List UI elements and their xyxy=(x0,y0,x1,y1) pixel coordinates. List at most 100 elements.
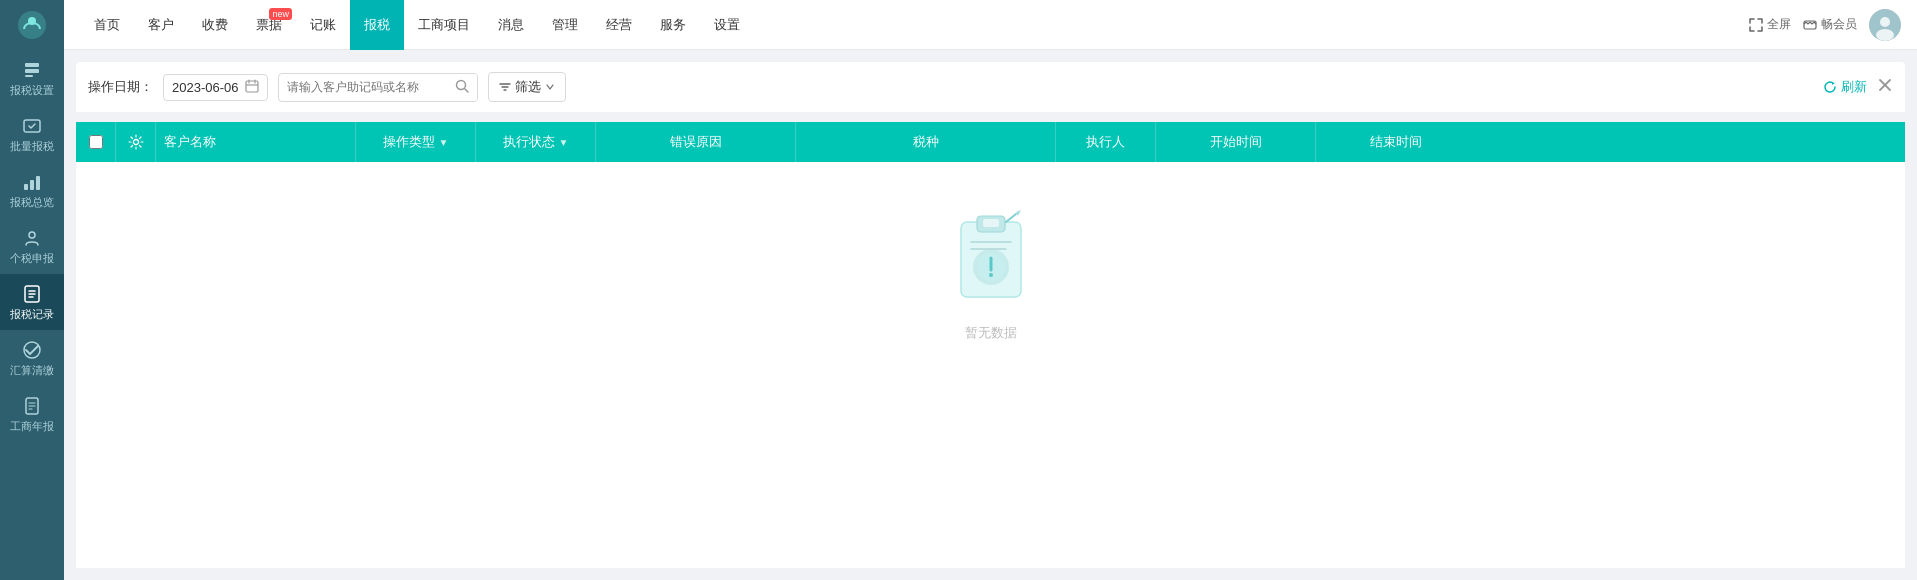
sidebar: 报税设置 批量报税 报税总览 个税申报 xyxy=(0,0,64,580)
svg-point-1 xyxy=(28,17,36,25)
nav-item-accounting[interactable]: 记账 xyxy=(296,0,350,50)
nav-item-home[interactable]: 首页 xyxy=(80,0,134,50)
nav-item-service[interactable]: 服务 xyxy=(646,0,700,50)
sidebar-item-gongshang-nianbao[interactable]: 工商年报 xyxy=(0,386,64,442)
filter-icon xyxy=(499,81,511,93)
svg-line-28 xyxy=(464,88,468,92)
nav-item-message[interactable]: 消息 xyxy=(484,0,538,50)
th-error-reason: 错误原因 xyxy=(596,122,796,162)
table-body: 暂无数据 xyxy=(76,162,1905,568)
th-tax-type: 税种 xyxy=(796,122,1056,162)
sidebar-item-label-piliang: 批量报税 xyxy=(10,140,54,153)
chevron-down-icon xyxy=(545,82,555,92)
batch-icon xyxy=(21,115,43,137)
svg-point-22 xyxy=(1876,29,1894,41)
fullscreen-icon xyxy=(1749,18,1763,32)
topnav-right: 全屏 畅会员 xyxy=(1749,9,1901,41)
search-input[interactable] xyxy=(279,75,447,99)
sidebar-item-label-zongjia: 报税总览 xyxy=(10,196,54,209)
sidebar-item-baoshui-jilu[interactable]: 报税记录 xyxy=(0,274,64,330)
sidebar-item-label-nianbao: 工商年报 xyxy=(10,420,54,433)
avatar[interactable] xyxy=(1869,9,1901,41)
svg-point-38 xyxy=(989,273,993,277)
svg-rect-3 xyxy=(25,69,39,73)
nav-item-settings[interactable]: 设置 xyxy=(700,0,754,50)
close-icon xyxy=(1877,77,1893,93)
th-executor: 执行人 xyxy=(1056,122,1156,162)
close-button[interactable] xyxy=(1877,77,1893,97)
overview-icon xyxy=(21,171,43,193)
search-icon xyxy=(455,79,469,93)
svg-rect-7 xyxy=(30,180,34,190)
nav-item-tax[interactable]: 报税 xyxy=(350,0,404,50)
refresh-icon xyxy=(1823,80,1837,94)
th-start-time: 开始时间 xyxy=(1156,122,1316,162)
empty-text: 暂无数据 xyxy=(965,324,1017,342)
svg-rect-23 xyxy=(246,81,258,92)
personal-tax-icon xyxy=(21,227,43,249)
avatar-image xyxy=(1869,9,1901,41)
sidebar-item-label-geshui: 个税申报 xyxy=(10,252,54,265)
th-settings[interactable] xyxy=(116,122,156,162)
sidebar-item-baoshui-zongjia[interactable]: 报税总览 xyxy=(0,162,64,218)
sort-icon-operation: ▼ xyxy=(439,137,449,148)
th-checkbox[interactable] xyxy=(76,122,116,162)
nav-item-operation[interactable]: 经营 xyxy=(592,0,646,50)
sidebar-item-label-jilu: 报税记录 xyxy=(10,308,54,321)
logo xyxy=(0,0,64,50)
svg-point-9 xyxy=(29,232,35,238)
refresh-button[interactable]: 刷新 xyxy=(1823,78,1867,96)
select-all-checkbox[interactable] xyxy=(89,135,103,149)
search-box xyxy=(278,73,478,102)
table-header: 客户名称 操作类型 ▼ 执行状态 ▼ 错误原因 税种 执行人 xyxy=(76,122,1905,162)
annual-report-icon xyxy=(21,395,43,417)
vip-button[interactable]: 畅会员 xyxy=(1803,16,1857,33)
svg-point-21 xyxy=(1880,17,1890,27)
record-icon xyxy=(21,283,43,305)
empty-state: 暂无数据 xyxy=(76,162,1905,382)
nav-item-billing[interactable]: 收费 xyxy=(188,0,242,50)
sidebar-item-huisuan-jiaona[interactable]: 汇算清缴 xyxy=(0,330,64,386)
th-customer-name: 客户名称 xyxy=(156,122,356,162)
svg-point-31 xyxy=(133,140,138,145)
toolbar: 操作日期： 2023-06-06 xyxy=(76,62,1905,112)
th-execution-status: 执行状态 ▼ xyxy=(476,122,596,162)
nav-item-management[interactable]: 管理 xyxy=(538,0,592,50)
nav-item-customer[interactable]: 客户 xyxy=(134,0,188,50)
svg-marker-40 xyxy=(1016,210,1021,216)
settings-icon xyxy=(21,59,43,81)
top-nav: 首页 客户 收费 票据 new 记账 报税 工商项目 消息 管理 经营 xyxy=(64,0,1917,50)
th-operation-type: 操作类型 ▼ xyxy=(356,122,476,162)
vip-icon xyxy=(1803,18,1817,32)
sort-icon-status: ▼ xyxy=(559,137,569,148)
toolbar-right: 刷新 xyxy=(1823,77,1893,97)
nav-item-invoice[interactable]: 票据 new xyxy=(242,0,296,50)
svg-rect-6 xyxy=(24,184,28,190)
nav-item-industry[interactable]: 工商项目 xyxy=(404,0,484,50)
sidebar-item-label-huisuan: 汇算清缴 xyxy=(10,364,54,377)
date-value: 2023-06-06 xyxy=(172,80,239,95)
svg-line-39 xyxy=(1006,214,1016,222)
settlement-icon xyxy=(21,339,43,361)
data-table: 客户名称 操作类型 ▼ 执行状态 ▼ 错误原因 税种 执行人 xyxy=(76,122,1905,568)
filter-button[interactable]: 筛选 xyxy=(488,72,566,102)
search-button[interactable] xyxy=(447,74,477,101)
new-badge: new xyxy=(269,8,292,21)
date-label: 操作日期： xyxy=(88,78,153,96)
svg-rect-2 xyxy=(25,63,39,67)
svg-rect-4 xyxy=(25,75,33,77)
main-area: 首页 客户 收费 票据 new 记账 报税 工商项目 消息 管理 经营 xyxy=(64,0,1917,580)
column-settings-icon xyxy=(128,134,144,150)
calendar-icon xyxy=(245,79,259,96)
empty-illustration xyxy=(941,202,1041,312)
sidebar-item-piliang-baoshui[interactable]: 批量报税 xyxy=(0,106,64,162)
sidebar-item-baoshui-shezhi[interactable]: 报税设置 xyxy=(0,50,64,106)
sidebar-item-geshuishenbao[interactable]: 个税申报 xyxy=(0,218,64,274)
svg-rect-8 xyxy=(36,176,40,190)
svg-rect-34 xyxy=(983,219,999,227)
date-picker[interactable]: 2023-06-06 xyxy=(163,74,268,101)
fullscreen-button[interactable]: 全屏 xyxy=(1749,16,1791,33)
sidebar-item-label-baoshui-shezhi: 报税设置 xyxy=(10,84,54,97)
th-end-time: 结束时间 xyxy=(1316,122,1476,162)
page-content: 操作日期： 2023-06-06 xyxy=(64,50,1917,580)
